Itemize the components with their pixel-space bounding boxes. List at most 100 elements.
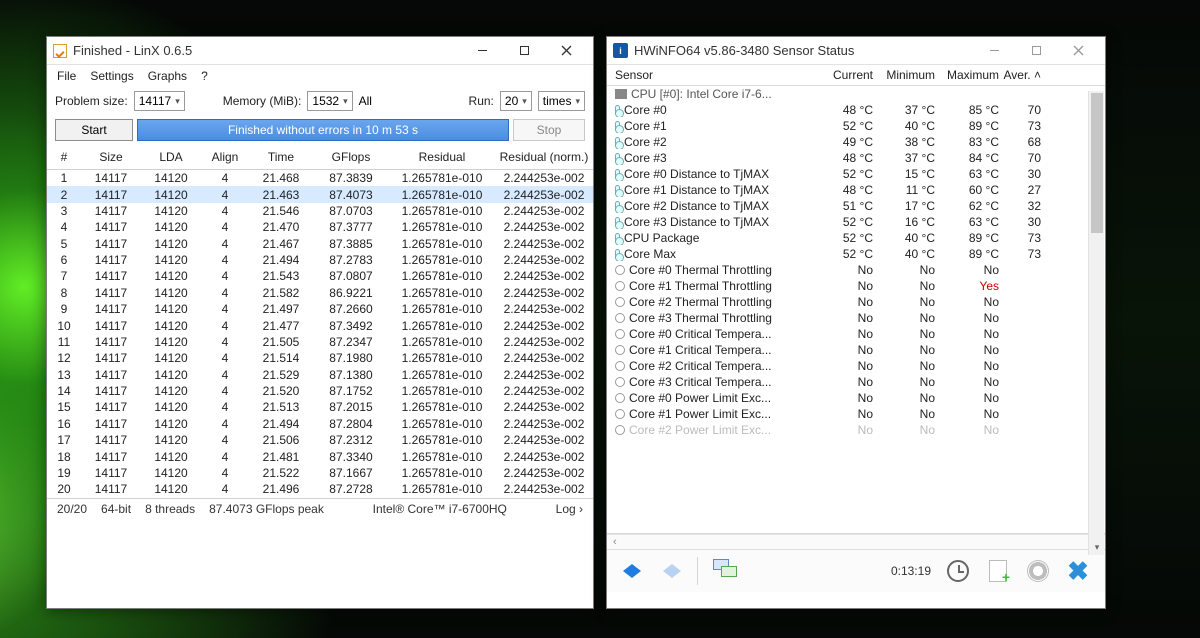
hwinfo-titlebar[interactable]: i HWiNFO64 v5.86-3480 Sensor Status [607, 37, 1105, 65]
sensor-row[interactable]: Core #0 Power Limit Exc...NoNoNo [607, 390, 1105, 406]
table-row[interactable]: 161411714120421.49487.28041.265781e-0102… [47, 416, 593, 432]
nav-prev-next-dim-button[interactable] [655, 556, 689, 586]
hwinfo-column-header[interactable]: Maximum [935, 68, 999, 82]
sensor-row[interactable]: Core Max52 °C40 °C89 °C73 [607, 246, 1105, 262]
hwinfo-sensor-list[interactable]: CPU [#0]: Intel Core i7-6...Core #048 °C… [607, 86, 1105, 534]
maximize-button[interactable] [503, 40, 545, 62]
sensor-minimum: No [873, 407, 935, 421]
menu-file[interactable]: File [57, 69, 76, 83]
sensor-row[interactable]: Core #1 Critical Tempera...NoNoNo [607, 342, 1105, 358]
sensor-row[interactable]: Core #3 Thermal ThrottlingNoNoNo [607, 310, 1105, 326]
linx-statusbar: 20/20 64-bit 8 threads 87.4073 GFlops pe… [47, 498, 593, 520]
hwinfo-column-header[interactable]: Current [815, 68, 873, 82]
sensor-row[interactable]: Core #2 Power Limit Exc...NoNoNo [607, 422, 1105, 438]
linx-column-header[interactable]: Time [249, 147, 313, 170]
table-row[interactable]: 131411714120421.52987.13801.265781e-0102… [47, 367, 593, 383]
clock-button[interactable] [941, 556, 975, 586]
linx-column-header[interactable]: Residual [389, 147, 495, 170]
memory-mode[interactable]: All [359, 94, 372, 108]
sensor-minimum: No [873, 327, 935, 341]
status-log-link[interactable]: Log › [556, 502, 583, 516]
scroll-left-icon[interactable]: ‹ [613, 536, 617, 548]
thermometer-icon [615, 233, 620, 244]
table-row[interactable]: 171411714120421.50687.23121.265781e-0102… [47, 432, 593, 448]
sensor-maximum: No [935, 295, 999, 309]
maximize-button[interactable] [1015, 40, 1057, 62]
table-row[interactable]: 151411714120421.51387.20151.265781e-0102… [47, 399, 593, 415]
table-row[interactable]: 81411714120421.58286.92211.265781e-0102.… [47, 285, 593, 301]
table-row[interactable]: 61411714120421.49487.27831.265781e-0102.… [47, 252, 593, 268]
hwinfo-header-row[interactable]: SensorCurrentMinimumMaximumAver. ˄ [607, 65, 1105, 86]
sensor-row[interactable]: Core #3 Critical Tempera...NoNoNo [607, 374, 1105, 390]
table-row[interactable]: 101411714120421.47787.34921.265781e-0102… [47, 317, 593, 333]
table-row[interactable]: 71411714120421.54387.08071.265781e-0102.… [47, 268, 593, 284]
sensor-row[interactable]: Core #2 Thermal ThrottlingNoNoNo [607, 294, 1105, 310]
linx-button-row: Start Finished without errors in 10 m 53… [47, 115, 593, 147]
run-unit-combo[interactable]: times▾ [538, 91, 585, 111]
hwinfo-column-header[interactable]: Minimum [873, 68, 935, 82]
table-row[interactable]: 21411714120421.46387.40731.265781e-0102.… [47, 186, 593, 202]
sensor-row[interactable]: Core #348 °C37 °C84 °C70 [607, 150, 1105, 166]
minimize-button[interactable] [461, 40, 503, 62]
linx-column-header[interactable]: Align [201, 147, 249, 170]
nav-prev-next-button[interactable] [615, 556, 649, 586]
start-button[interactable]: Start [55, 119, 133, 141]
sensor-row[interactable]: Core #0 Distance to TjMAX52 °C15 °C63 °C… [607, 166, 1105, 182]
sensor-row[interactable]: Core #249 °C38 °C83 °C68 [607, 134, 1105, 150]
sensor-name: CPU Package [624, 231, 699, 245]
minimize-button[interactable] [973, 40, 1015, 62]
sensor-row[interactable]: Core #0 Thermal ThrottlingNoNoNo [607, 262, 1105, 278]
linx-column-header[interactable]: # [47, 147, 81, 170]
hwinfo-column-header[interactable]: Sensor [615, 68, 815, 82]
log-button[interactable] [981, 556, 1015, 586]
linx-column-header[interactable]: Residual (norm.) [495, 147, 593, 170]
table-row[interactable]: 31411714120421.54687.07031.265781e-0102.… [47, 203, 593, 219]
hwinfo-vscrollbar[interactable]: ▴ ▾ [1088, 91, 1104, 555]
table-row[interactable]: 191411714120421.52287.16671.265781e-0102… [47, 465, 593, 481]
table-row[interactable]: 181411714120421.48187.33401.265781e-0102… [47, 448, 593, 464]
table-row[interactable]: 51411714120421.46787.38851.265781e-0102.… [47, 236, 593, 252]
table-row[interactable]: 91411714120421.49787.26601.265781e-0102.… [47, 301, 593, 317]
close-button[interactable] [1057, 40, 1099, 62]
sensor-maximum: No [935, 311, 999, 325]
sensor-row[interactable]: Core #3 Distance to TjMAX52 °C16 °C63 °C… [607, 214, 1105, 230]
table-row[interactable]: 111411714120421.50587.23471.265781e-0102… [47, 334, 593, 350]
table-row[interactable]: 11411714120421.46887.38391.265781e-0102.… [47, 170, 593, 187]
sensor-row[interactable]: Core #2 Critical Tempera...NoNoNo [607, 358, 1105, 374]
linx-column-header[interactable]: GFlops [313, 147, 389, 170]
sensor-row[interactable]: Core #2 Distance to TjMAX51 °C17 °C62 °C… [607, 198, 1105, 214]
table-row[interactable]: 121411714120421.51487.19801.265781e-0102… [47, 350, 593, 366]
sensor-row[interactable]: CPU Package52 °C40 °C89 °C73 [607, 230, 1105, 246]
sensor-row[interactable]: Core #1 Thermal ThrottlingNoNoYes [607, 278, 1105, 294]
sensor-name: Core #3 Thermal Throttling [629, 311, 772, 325]
hwinfo-column-header[interactable]: Aver. ˄ [999, 68, 1041, 82]
sensor-row[interactable]: Core #0 Critical Tempera...NoNoNo [607, 326, 1105, 342]
linx-column-header[interactable]: LDA [141, 147, 201, 170]
table-row[interactable]: 141411714120421.52087.17521.265781e-0102… [47, 383, 593, 399]
menu-settings[interactable]: Settings [90, 69, 133, 83]
menu-help[interactable]: ? [201, 69, 208, 83]
sensor-row[interactable]: Core #1 Distance to TjMAX48 °C11 °C60 °C… [607, 182, 1105, 198]
scroll-down-icon[interactable]: ▾ [1089, 540, 1105, 555]
problem-size-combo[interactable]: 14117▾ [134, 91, 185, 111]
settings-button[interactable] [1021, 556, 1055, 586]
run-count-combo[interactable]: 20▾ [500, 91, 532, 111]
menu-graphs[interactable]: Graphs [148, 69, 187, 83]
chevron-down-icon: ▾ [343, 96, 348, 107]
table-row[interactable]: 41411714120421.47087.37771.265781e-0102.… [47, 219, 593, 235]
close-sensors-button[interactable]: ✖ [1061, 556, 1095, 586]
remote-button[interactable] [706, 556, 740, 586]
sensor-group-row[interactable]: CPU [#0]: Intel Core i7-6... [607, 86, 1105, 102]
linx-titlebar[interactable]: Finished - LinX 0.6.5 [47, 37, 593, 65]
table-row[interactable]: 201411714120421.49687.27281.265781e-0102… [47, 481, 593, 497]
scrollbar-thumb[interactable] [1091, 93, 1103, 233]
close-button[interactable] [545, 40, 587, 62]
hwinfo-hscroll[interactable]: ‹ › [607, 534, 1105, 549]
sensor-row[interactable]: Core #152 °C40 °C89 °C73 [607, 118, 1105, 134]
sensor-current: 48 °C [815, 151, 873, 165]
linx-column-header[interactable]: Size [81, 147, 141, 170]
sensor-row[interactable]: Core #1 Power Limit Exc...NoNoNo [607, 406, 1105, 422]
memory-combo[interactable]: 1532▾ [307, 91, 352, 111]
stop-button[interactable]: Stop [513, 119, 585, 141]
sensor-row[interactable]: Core #048 °C37 °C85 °C70 [607, 102, 1105, 118]
